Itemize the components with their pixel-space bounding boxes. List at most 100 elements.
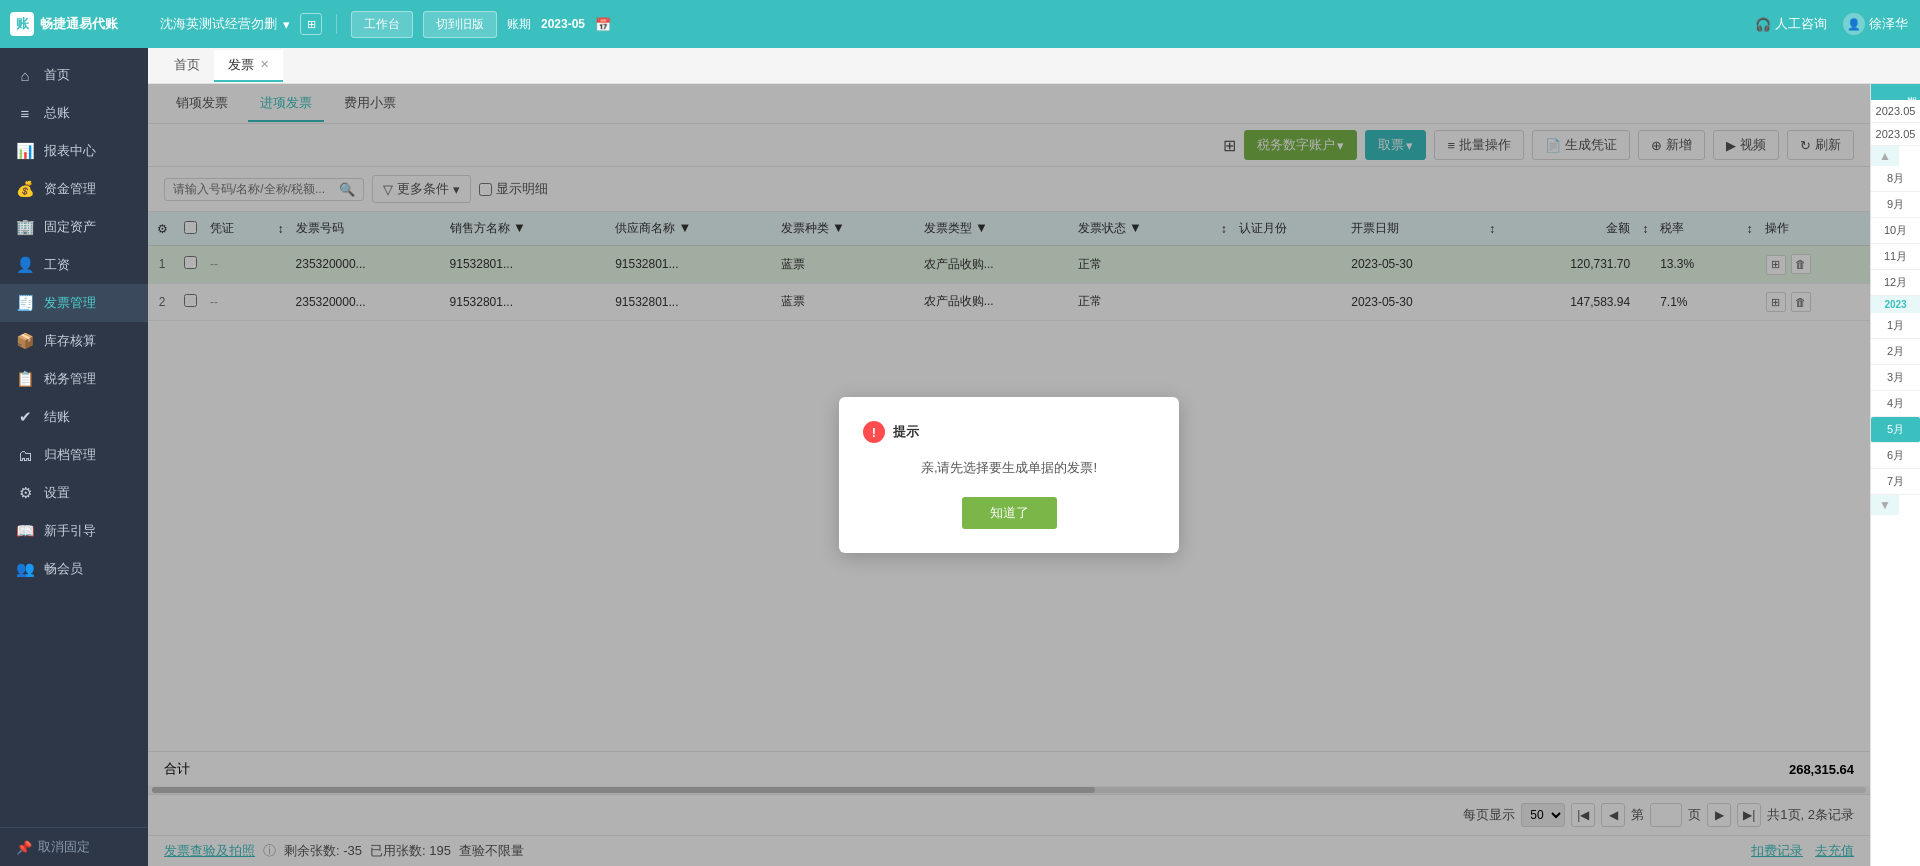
sidebar-label-tax: 税务管理 — [44, 370, 96, 388]
period-item-4[interactable]: 4月 — [1871, 391, 1920, 417]
modal-title-text: 提示 — [893, 423, 919, 441]
support-icon: 🎧 — [1755, 17, 1771, 32]
modal-footer: 知道了 — [863, 497, 1155, 529]
sidebar-item-tax[interactable]: 📋 税务管理 — [0, 360, 148, 398]
period-scroll-down[interactable]: ▼ — [1871, 495, 1899, 515]
sidebar-footer-cancel-fixed[interactable]: 📌 取消固定 — [0, 827, 148, 866]
calendar-icon[interactable]: 📅 — [595, 17, 611, 32]
tabs-bar: 首页 发票 ✕ — [148, 48, 1920, 84]
sidebar-label-funds: 资金管理 — [44, 180, 96, 198]
logo-icon: 账 — [10, 12, 34, 36]
period-year-2023: 2023 — [1871, 296, 1920, 313]
company-selector[interactable]: 沈海英测试经营勿删 ▾ — [160, 15, 290, 33]
sidebar-item-ledger[interactable]: ≡ 总账 — [0, 94, 148, 132]
sidebar-nav: ⌂ 首页 ≡ 总账 📊 报表中心 💰 资金管理 🏢 固定资产 👤 工资 🧾 发票… — [0, 48, 148, 827]
period-item-3[interactable]: 3月 — [1871, 365, 1920, 391]
sidebar-label-assets: 固定资产 — [44, 218, 96, 236]
modal-overlay[interactable]: ! 提示 亲,请先选择要生成单据的发票! 知道了 — [148, 84, 1870, 866]
sidebar-label-invoice: 发票管理 — [44, 294, 96, 312]
tab-invoice-close-icon[interactable]: ✕ — [260, 58, 269, 71]
sidebar-label-guide: 新手引导 — [44, 522, 96, 540]
period-item-7[interactable]: 7月 — [1871, 469, 1920, 495]
user-profile[interactable]: 👤 徐泽华 — [1843, 13, 1908, 35]
sidebar-item-member[interactable]: 👥 畅会员 — [0, 550, 148, 588]
funds-icon: 💰 — [16, 180, 34, 198]
period-panel: 期间选择 2023.05 2023.05 ▲ 8月 9月 10月 11月 12月… — [1870, 84, 1920, 866]
sidebar-label-salary: 工资 — [44, 256, 70, 274]
user-name: 徐泽华 — [1869, 15, 1908, 33]
support-button[interactable]: 🎧 人工咨询 — [1755, 15, 1827, 33]
sidebar-item-salary[interactable]: 👤 工资 — [0, 246, 148, 284]
assets-icon: 🏢 — [16, 218, 34, 236]
user-avatar-icon: 👤 — [1843, 13, 1865, 35]
period-item-2023-05-second[interactable]: 2023.05 — [1871, 123, 1920, 146]
sidebar-item-assets[interactable]: 🏢 固定资产 — [0, 208, 148, 246]
period-item-10[interactable]: 10月 — [1871, 218, 1920, 244]
workspace-button[interactable]: 工作台 — [351, 11, 413, 38]
ledger-icon: ≡ — [16, 105, 34, 122]
guide-icon: 📖 — [16, 522, 34, 540]
sidebar-item-reports[interactable]: 📊 报表中心 — [0, 132, 148, 170]
sidebar-label-reports: 报表中心 — [44, 142, 96, 160]
period-item-9[interactable]: 9月 — [1871, 192, 1920, 218]
sidebar-item-guide[interactable]: 📖 新手引导 — [0, 512, 148, 550]
company-dropdown-icon: ▾ — [283, 17, 290, 32]
settings-icon: ⚙ — [16, 484, 34, 502]
period-item-5[interactable]: 5月 — [1871, 417, 1920, 443]
modal-ok-button[interactable]: 知道了 — [962, 497, 1057, 529]
tab-home[interactable]: 首页 — [160, 50, 214, 82]
company-name: 沈海英测试经营勿删 — [160, 15, 277, 33]
modal-warning-icon: ! — [863, 421, 885, 443]
period-item-2[interactable]: 2月 — [1871, 339, 1920, 365]
period-scroll-up[interactable]: ▲ — [1871, 146, 1899, 166]
content-area: 销项发票 进项发票 费用小票 ⊞ 税务数字账户 ▾ 取票 ▾ — [148, 84, 1920, 866]
period-panel-title[interactable]: 期间选择 — [1871, 84, 1920, 100]
alert-modal: ! 提示 亲,请先选择要生成单据的发票! 知道了 — [839, 397, 1179, 553]
content-main: 销项发票 进项发票 费用小票 ⊞ 税务数字账户 ▾ 取票 ▾ — [148, 84, 1870, 866]
tab-invoice-label: 发票 — [228, 56, 254, 74]
app-logo: 账 畅捷通易代账 — [0, 0, 148, 48]
sidebar-item-settle[interactable]: ✔ 结账 — [0, 398, 148, 436]
period-value: 2023-05 — [541, 17, 585, 31]
app-name: 畅捷通易代账 — [40, 15, 118, 33]
salary-icon: 👤 — [16, 256, 34, 274]
support-label: 人工咨询 — [1775, 15, 1827, 33]
period-item-11[interactable]: 11月 — [1871, 244, 1920, 270]
sidebar-item-inventory[interactable]: 📦 库存核算 — [0, 322, 148, 360]
inventory-icon: 📦 — [16, 332, 34, 350]
period-item-1[interactable]: 1月 — [1871, 313, 1920, 339]
period-item-12[interactable]: 12月 — [1871, 270, 1920, 296]
archive-icon: 🗂 — [16, 447, 34, 464]
period-item-8[interactable]: 8月 — [1871, 166, 1920, 192]
sidebar-label-settings: 设置 — [44, 484, 70, 502]
main-area: 沈海英测试经营勿删 ▾ ⊞ 工作台 切到旧版 账期 2023-05 📅 🎧 人工… — [148, 0, 1920, 866]
member-icon: 👥 — [16, 560, 34, 578]
sidebar-label-ledger: 总账 — [44, 104, 70, 122]
pin-icon: 📌 — [16, 840, 32, 855]
sidebar-label-settle: 结账 — [44, 408, 70, 426]
sidebar-item-funds[interactable]: 💰 资金管理 — [0, 170, 148, 208]
sidebar-item-archive[interactable]: 🗂 归档管理 — [0, 436, 148, 474]
tab-invoice[interactable]: 发票 ✕ — [214, 50, 283, 82]
tab-home-label: 首页 — [174, 56, 200, 74]
tax-icon: 📋 — [16, 370, 34, 388]
period-label: 账期 — [507, 16, 531, 33]
sidebar-item-settings[interactable]: ⚙ 设置 — [0, 474, 148, 512]
modal-message: 亲,请先选择要生成单据的发票! — [863, 459, 1155, 477]
sidebar-item-home[interactable]: ⌂ 首页 — [0, 56, 148, 94]
cancel-fixed-label: 取消固定 — [38, 838, 90, 856]
sidebar-label-home: 首页 — [44, 66, 70, 84]
header-divider-1 — [336, 14, 337, 34]
settle-icon: ✔ — [16, 408, 34, 426]
sidebar-label-archive: 归档管理 — [44, 446, 96, 464]
header-icon-btn[interactable]: ⊞ — [300, 13, 322, 35]
header-right: 🎧 人工咨询 👤 徐泽华 — [1755, 13, 1908, 35]
home-icon: ⌂ — [16, 67, 34, 84]
sidebar-item-invoice[interactable]: 🧾 发票管理 — [0, 284, 148, 322]
period-item-2023-05-first[interactable]: 2023.05 — [1871, 100, 1920, 123]
sidebar-label-member: 畅会员 — [44, 560, 83, 578]
app-header: 沈海英测试经营勿删 ▾ ⊞ 工作台 切到旧版 账期 2023-05 📅 🎧 人工… — [148, 0, 1920, 48]
period-item-6[interactable]: 6月 — [1871, 443, 1920, 469]
switch-old-version-button[interactable]: 切到旧版 — [423, 11, 497, 38]
sidebar: 账 畅捷通易代账 ⌂ 首页 ≡ 总账 📊 报表中心 💰 资金管理 🏢 固定资产 … — [0, 0, 148, 866]
